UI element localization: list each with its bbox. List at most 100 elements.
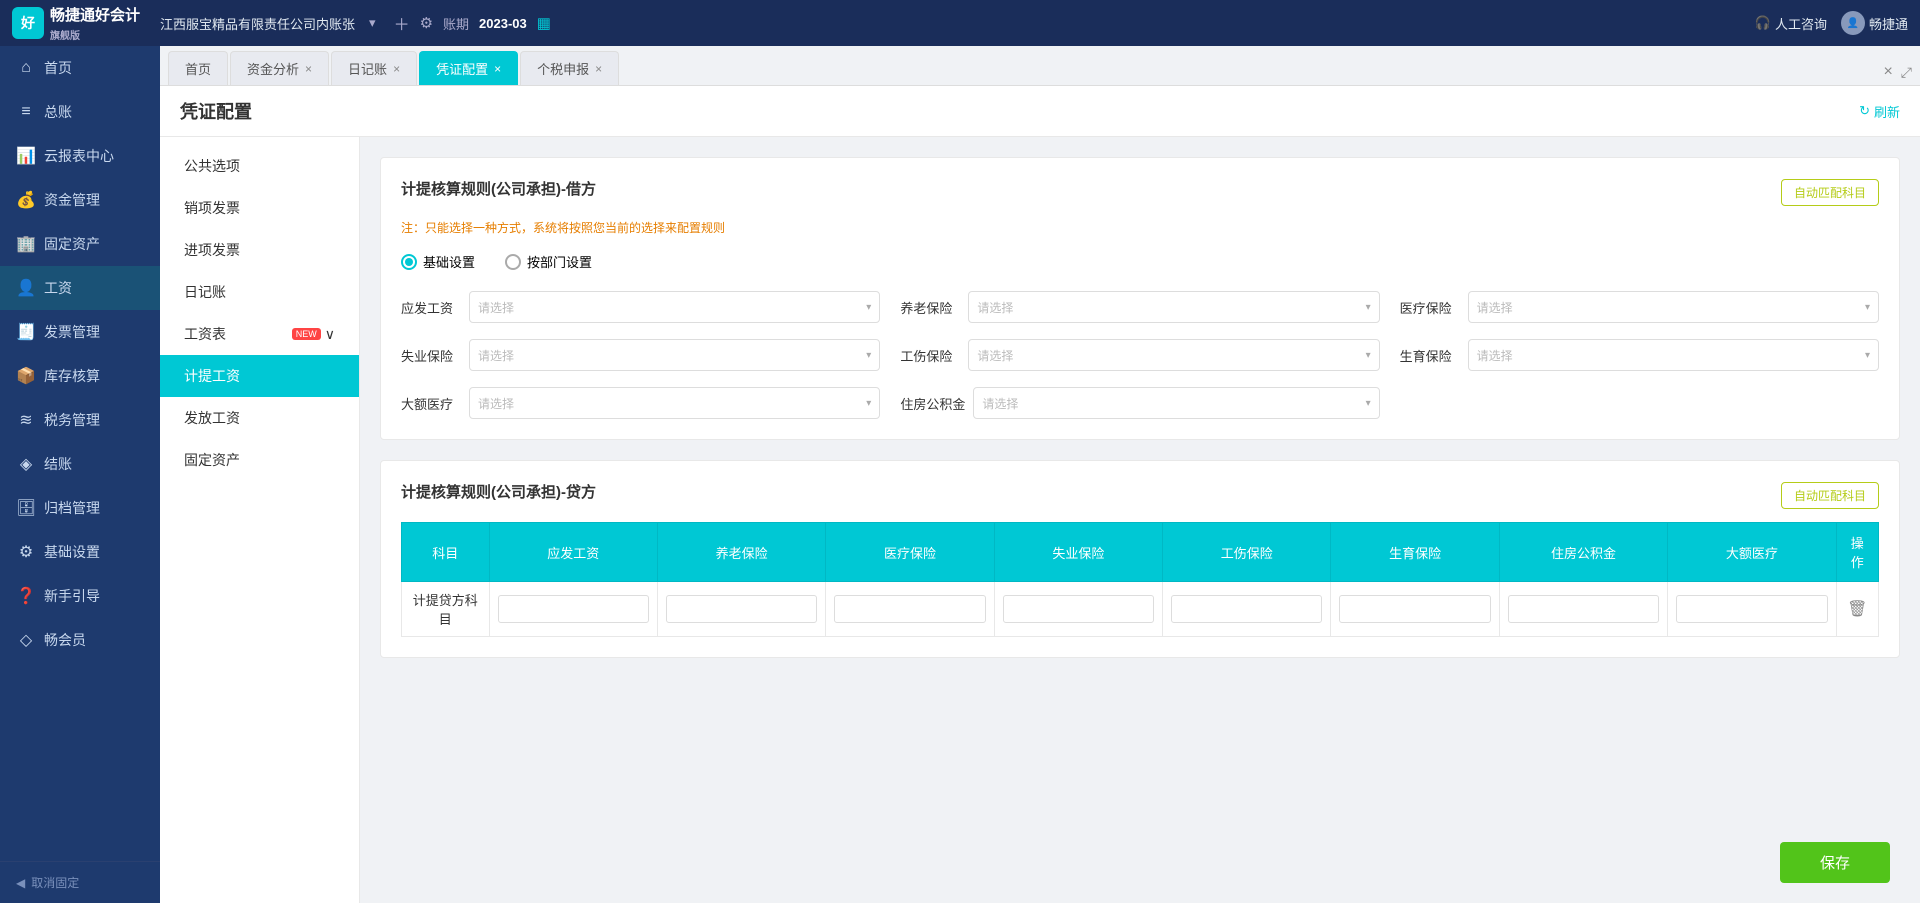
refresh-icon: ↻ bbox=[1859, 103, 1870, 119]
logo-icon: 好 bbox=[12, 7, 44, 39]
sidebar-item-tax[interactable]: ≋ 税务管理 bbox=[0, 398, 160, 442]
sidebar-item-reports[interactable]: 📊 云报表中心 bbox=[0, 134, 160, 178]
sidebar-item-member[interactable]: ◇ 畅会员 bbox=[0, 618, 160, 662]
left-nav-fixed-assets[interactable]: 固定资产 bbox=[160, 439, 359, 481]
sidebar-item-inventory[interactable]: 📦 库存核算 bbox=[0, 354, 160, 398]
debit-section: 计提核算规则(公司承担)-借方 自动匹配科目 注：只能选择一种方式，系统将按照您… bbox=[380, 157, 1900, 440]
input-credit-shiye[interactable] bbox=[1003, 595, 1154, 623]
radio-basic-circle bbox=[401, 254, 417, 270]
sidebar-item-invoice[interactable]: 🧾 发票管理 bbox=[0, 310, 160, 354]
input-credit-yiliao[interactable] bbox=[834, 595, 985, 623]
input-credit-yingfa[interactable] bbox=[498, 595, 649, 623]
sidebar-item-close[interactable]: ◈ 结账 bbox=[0, 442, 160, 486]
tab-capital[interactable]: 资金分析 × bbox=[230, 51, 329, 85]
select-yanglao[interactable]: 请选择 ▾ bbox=[968, 291, 1379, 323]
input-credit-zhufang[interactable] bbox=[1508, 595, 1659, 623]
sidebar-label-archive: 归档管理 bbox=[44, 498, 100, 518]
left-nav-purchase[interactable]: 进项发票 bbox=[160, 229, 359, 271]
left-nav-public[interactable]: 公共选项 bbox=[160, 145, 359, 187]
consult-button[interactable]: 🎧 人工咨询 bbox=[1755, 14, 1827, 33]
sidebar-label-settings: 基础设置 bbox=[44, 542, 100, 562]
left-nav-journal[interactable]: 日记账 bbox=[160, 271, 359, 313]
left-nav-salary-table[interactable]: 工资表 NEW ∨ bbox=[160, 313, 359, 355]
sidebar-item-salary[interactable]: 👤 工资 bbox=[0, 266, 160, 310]
sidebar-label-assets: 固定资产 bbox=[44, 234, 100, 254]
capital-icon: 💰 bbox=[16, 190, 36, 210]
debit-section-title: 计提核算规则(公司承担)-借方 bbox=[401, 178, 596, 199]
radio-dept[interactable]: 按部门设置 bbox=[505, 252, 592, 271]
select-yingfa-placeholder: 请选择 bbox=[478, 299, 514, 316]
sidebar-item-guide[interactable]: ❓ 新手引导 bbox=[0, 574, 160, 618]
sidebar-item-capital[interactable]: 💰 资金管理 bbox=[0, 178, 160, 222]
gear-icon: ⚙ bbox=[16, 542, 36, 562]
delete-row-button[interactable]: 🗑 bbox=[1847, 601, 1867, 618]
tab-voucher-close[interactable]: × bbox=[494, 62, 501, 76]
tab-voucher[interactable]: 凭证配置 × bbox=[419, 51, 518, 85]
archive-icon: 🗄 bbox=[16, 498, 36, 518]
tab-home-label: 首页 bbox=[185, 59, 211, 78]
sidebar-item-home[interactable]: ⌂ 首页 bbox=[0, 46, 160, 90]
left-nav-salary-pay[interactable]: 发放工资 bbox=[160, 397, 359, 439]
left-nav-salary-accrual[interactable]: 计提工资 bbox=[160, 355, 359, 397]
left-nav-sales[interactable]: 销项发票 bbox=[160, 187, 359, 229]
sidebar-label-close: 结账 bbox=[44, 454, 72, 474]
select-dae[interactable]: 请选择 ▾ bbox=[469, 387, 880, 419]
username: 畅捷通 bbox=[1869, 14, 1908, 33]
settings-icon[interactable]: ⚙ bbox=[420, 14, 433, 32]
input-credit-shengyu[interactable] bbox=[1339, 595, 1490, 623]
sidebar-item-assets[interactable]: 🏢 固定资产 bbox=[0, 222, 160, 266]
col-zhufang: 住房公积金 bbox=[1499, 523, 1667, 582]
tab-home[interactable]: 首页 bbox=[168, 51, 228, 85]
main-layout: ⌂ 首页 ≡ 总账 📊 云报表中心 💰 资金管理 🏢 固定资产 👤 工资 🧾 发… bbox=[0, 46, 1920, 903]
close-tab-button[interactable]: × bbox=[1883, 63, 1892, 81]
col-dae: 大额医疗 bbox=[1668, 523, 1836, 582]
cell-yingfa bbox=[489, 582, 657, 637]
sidebar-label-tax: 税务管理 bbox=[44, 410, 100, 430]
col-subject: 科目 bbox=[402, 523, 490, 582]
unpin-icon: ◀ bbox=[16, 876, 25, 890]
select-yingfa[interactable]: 请选择 ▾ bbox=[469, 291, 880, 323]
select-shiye-placeholder: 请选择 bbox=[478, 347, 514, 364]
salary-icon: 👤 bbox=[16, 278, 36, 298]
headset-icon: 🎧 bbox=[1755, 15, 1771, 31]
company-dropdown-icon[interactable]: ▾ bbox=[369, 15, 376, 31]
col-shengyu: 生育保险 bbox=[1331, 523, 1499, 582]
input-credit-dae[interactable] bbox=[1676, 595, 1827, 623]
select-shengyu-placeholder: 请选择 bbox=[1477, 347, 1513, 364]
consult-label: 人工咨询 bbox=[1775, 14, 1827, 33]
select-yiliao[interactable]: 请选择 ▾ bbox=[1468, 291, 1879, 323]
unpin-sidebar-button[interactable]: ◀ 取消固定 bbox=[0, 861, 160, 903]
save-button[interactable]: 保存 bbox=[1780, 842, 1890, 883]
tab-tax[interactable]: 个税申报 × bbox=[520, 51, 619, 85]
refresh-button[interactable]: ↻ 刷新 bbox=[1859, 102, 1900, 121]
sidebar-item-ledger[interactable]: ≡ 总账 bbox=[0, 90, 160, 134]
debit-auto-match-button[interactable]: 自动匹配科目 bbox=[1781, 179, 1879, 206]
col-shiye: 失业保险 bbox=[994, 523, 1162, 582]
select-gongshang-placeholder: 请选择 bbox=[977, 347, 1013, 364]
input-credit-gongshang[interactable] bbox=[1171, 595, 1322, 623]
sidebar-item-archive[interactable]: 🗄 归档管理 bbox=[0, 486, 160, 530]
cell-shiye bbox=[994, 582, 1162, 637]
sidebar-item-settings[interactable]: ⚙ 基础设置 bbox=[0, 530, 160, 574]
label-yingfa: 应发工资 bbox=[401, 298, 461, 317]
credit-auto-match-button[interactable]: 自动匹配科目 bbox=[1781, 482, 1879, 509]
select-gongshang[interactable]: 请选择 ▾ bbox=[968, 339, 1379, 371]
tab-journal-close[interactable]: × bbox=[393, 62, 400, 76]
select-shengyu[interactable]: 请选择 ▾ bbox=[1468, 339, 1879, 371]
radio-basic[interactable]: 基础设置 bbox=[401, 252, 475, 271]
home-icon: ⌂ bbox=[16, 59, 36, 77]
user-menu[interactable]: 👤 畅捷通 bbox=[1841, 11, 1908, 35]
expand-button[interactable]: ⤢ bbox=[1901, 64, 1912, 81]
input-credit-yanglao[interactable] bbox=[666, 595, 817, 623]
credit-section-title: 计提核算规则(公司承担)-贷方 bbox=[401, 481, 596, 502]
app-name: 畅捷通好会计 bbox=[50, 4, 140, 25]
credit-section: 计提核算规则(公司承担)-贷方 自动匹配科目 科目 应发工资 养老保险 医疗保险 bbox=[380, 460, 1900, 658]
tab-capital-close[interactable]: × bbox=[305, 62, 312, 76]
add-account-button[interactable]: ＋ bbox=[394, 11, 410, 35]
tab-tax-close[interactable]: × bbox=[595, 62, 602, 76]
sidebar-label-member: 畅会员 bbox=[44, 630, 86, 650]
calendar-icon[interactable]: ▦ bbox=[537, 14, 551, 32]
select-zhufang[interactable]: 请选择 ▾ bbox=[973, 387, 1379, 419]
tab-journal[interactable]: 日记账 × bbox=[331, 51, 417, 85]
select-shiye[interactable]: 请选择 ▾ bbox=[469, 339, 880, 371]
